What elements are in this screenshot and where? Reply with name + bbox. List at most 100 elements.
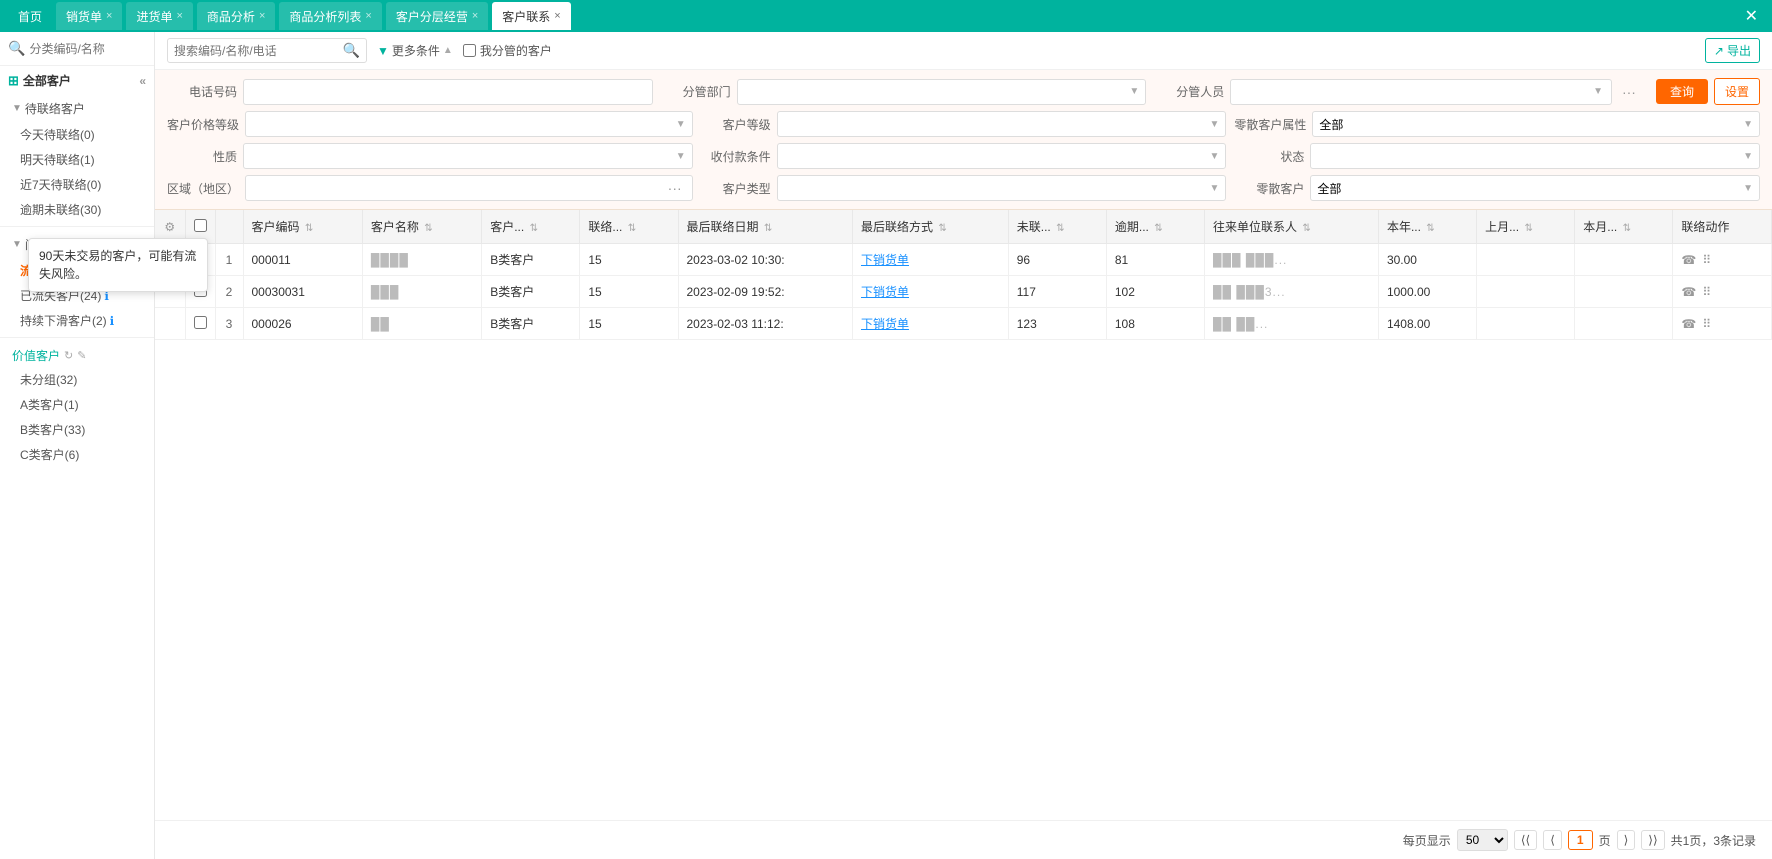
col-contact[interactable]: 联络... ⇅	[580, 210, 678, 244]
filter-select-person[interactable]: ▼	[1230, 79, 1612, 105]
query-button[interactable]: 查询	[1656, 79, 1708, 104]
action-contact-icon[interactable]: ☎	[1681, 285, 1696, 299]
col-action: 联络动作	[1673, 210, 1772, 244]
nav-tab-customer-tier[interactable]: 客户分层经营 ×	[386, 2, 488, 30]
pg-prev-btn[interactable]: ⟨	[1543, 830, 1562, 850]
sidebar-group-pending[interactable]: ▼ 待联络客户	[0, 95, 154, 122]
sidebar-item-c[interactable]: C类客户(6)	[0, 442, 154, 467]
chevron-price-level: ▼	[676, 119, 686, 130]
my-customers-checkbox[interactable]: 我分管的客户	[463, 42, 552, 59]
sidebar-item-7days[interactable]: 近7天待联络(0)	[0, 172, 154, 197]
col-last-way[interactable]: 最后联络方式 ⇅	[852, 210, 1008, 244]
export-label: 导出	[1727, 42, 1751, 59]
nav-home[interactable]: 首页	[8, 8, 52, 25]
nav-tab-customer-contact-close[interactable]: ×	[554, 10, 560, 22]
filter-select-price-level[interactable]: ▼	[245, 111, 693, 137]
sidebar-group-value-label: 价值客户	[12, 347, 60, 364]
col-last-date[interactable]: 最后联络日期 ⇅	[678, 210, 852, 244]
nav-tab-purchase-label: 进货单	[136, 8, 172, 25]
pg-first-btn[interactable]: ⟨⟨	[1514, 830, 1537, 850]
select-all-checkbox[interactable]	[194, 219, 207, 232]
sidebar-search-input[interactable]	[29, 42, 155, 56]
nav-tab-analysis[interactable]: 商品分析 ×	[197, 2, 275, 30]
pg-next-btn[interactable]: ⟩	[1617, 830, 1636, 850]
sidebar-group-value[interactable]: 价值客户 ↻ ✎	[0, 342, 154, 367]
filter-more-btn[interactable]: ▼ 更多条件 ▲	[377, 42, 453, 59]
sidebar-item-ungrp[interactable]: 未分组(32)	[0, 367, 154, 392]
nav-tab-sales[interactable]: 销货单 ×	[56, 2, 122, 30]
filter-label-payment: 收付款条件	[701, 148, 771, 165]
td-num: 3	[215, 308, 243, 340]
td-checkbox[interactable]	[185, 308, 215, 340]
filter-select-retail-attr[interactable]: 全部 ▼	[1312, 111, 1760, 137]
filter-select-dept[interactable]: ▼	[737, 79, 1147, 105]
sidebar-item-b[interactable]: B类客户(33)	[0, 417, 154, 442]
action-more-icon[interactable]: ⠿	[1702, 253, 1711, 267]
per-page-select[interactable]: 50 100	[1457, 829, 1508, 851]
my-customers-label: 我分管的客户	[480, 42, 552, 59]
td-code: 00030031	[243, 276, 362, 308]
td-last-way[interactable]: 下销货单	[852, 276, 1008, 308]
nav-tab-analysis-close[interactable]: ×	[259, 10, 265, 22]
sidebar-item-overdue[interactable]: 逾期未联络(30)	[0, 197, 154, 222]
sidebar-all-customers[interactable]: ⊞ 全部客户 «	[0, 66, 154, 95]
filter-select-region[interactable]: ···	[245, 175, 693, 201]
sidebar-item-declining[interactable]: 持续下滑客户(2) ℹ	[0, 308, 154, 333]
td-this-month	[1575, 244, 1673, 276]
region-dots-btn[interactable]: ···	[664, 180, 686, 196]
filter-select-retail[interactable]: 全部 ▼	[1310, 175, 1760, 201]
filter-select-customer-type[interactable]: ▼	[777, 175, 1227, 201]
filter-search-button[interactable]: 🔍	[343, 42, 360, 59]
filter-select-payment[interactable]: ▼	[777, 143, 1227, 169]
col-last-month[interactable]: 上月... ⇅	[1477, 210, 1575, 244]
col-name[interactable]: 客户名称 ⇅	[362, 210, 481, 244]
col-not-contacted[interactable]: 未联... ⇅	[1008, 210, 1106, 244]
td-last-way[interactable]: 下销货单	[852, 308, 1008, 340]
filter-select-status[interactable]: ▼	[1310, 143, 1760, 169]
filter-select-nature[interactable]: ▼	[243, 143, 693, 169]
nav-tab-customer-tier-close[interactable]: ×	[472, 10, 478, 22]
col-code[interactable]: 客户编码 ⇅	[243, 210, 362, 244]
filter-input-phone[interactable]	[243, 79, 653, 105]
td-last-way[interactable]: 下销货单	[852, 244, 1008, 276]
nav-tab-analysis-list[interactable]: 商品分析列表 ×	[279, 2, 381, 30]
nav-tab-purchase-close[interactable]: ×	[176, 10, 182, 22]
sidebar-item-tomorrow[interactable]: 明天待联络(1)	[0, 147, 154, 172]
col-type[interactable]: 客户... ⇅	[482, 210, 580, 244]
filter-field-customer-type: 客户类型 ▼	[701, 175, 1227, 201]
filter-label-phone: 电话号码	[167, 83, 237, 100]
chevron-down-icon: ▲	[443, 45, 453, 56]
col-this-month[interactable]: 本月... ⇅	[1575, 210, 1673, 244]
col-this-year[interactable]: 本年... ⇅	[1378, 210, 1476, 244]
export-button[interactable]: ↗ 导出	[1705, 38, 1760, 63]
action-contact-icon[interactable]: ☎	[1681, 317, 1696, 331]
sidebar-item-today[interactable]: 今天待联络(0)	[0, 122, 154, 147]
refresh-icon[interactable]: ↻	[64, 349, 73, 362]
nav-tab-purchase[interactable]: 进货单 ×	[126, 2, 192, 30]
nav-tab-analysis-list-close[interactable]: ×	[365, 10, 371, 22]
filter-select-customer-level[interactable]: ▼	[777, 111, 1227, 137]
action-more-icon[interactable]: ⠿	[1702, 317, 1711, 331]
sidebar-item-a[interactable]: A类客户(1)	[0, 392, 154, 417]
filter-search-input[interactable]	[174, 44, 339, 58]
pg-last-btn[interactable]: ⟩⟩	[1641, 830, 1664, 850]
row-checkbox[interactable]	[194, 316, 207, 329]
person-dots-btn[interactable]: ···	[1618, 84, 1640, 100]
nav-tab-customer-contact[interactable]: 客户联系 ×	[492, 2, 570, 30]
td-code: 000011	[243, 244, 362, 276]
action-contact-icon[interactable]: ☎	[1681, 253, 1696, 267]
top-nav: 首页 销货单 × 进货单 × 商品分析 × 商品分析列表 × 客户分层经营 × …	[0, 0, 1772, 32]
settings-button[interactable]: 设置	[1714, 78, 1760, 105]
edit-icon[interactable]: ✎	[77, 349, 86, 362]
nav-tab-sales-close[interactable]: ×	[106, 10, 112, 22]
td-name: ██	[362, 308, 481, 340]
filter-label-retail: 零散客户	[1234, 180, 1304, 197]
col-unit-contact[interactable]: 往来单位联系人 ⇅	[1205, 210, 1379, 244]
col-overdue[interactable]: 逾期... ⇅	[1106, 210, 1204, 244]
my-customers-check[interactable]	[463, 44, 476, 57]
filter-label-retail-attr: 零散客户属性	[1234, 116, 1306, 133]
action-more-icon[interactable]: ⠿	[1702, 285, 1711, 299]
window-close-button[interactable]: ✕	[1739, 6, 1764, 26]
filter-field-payment: 收付款条件 ▼	[701, 143, 1227, 169]
filter-field-customer-level: 客户等级 ▼	[701, 111, 1227, 137]
